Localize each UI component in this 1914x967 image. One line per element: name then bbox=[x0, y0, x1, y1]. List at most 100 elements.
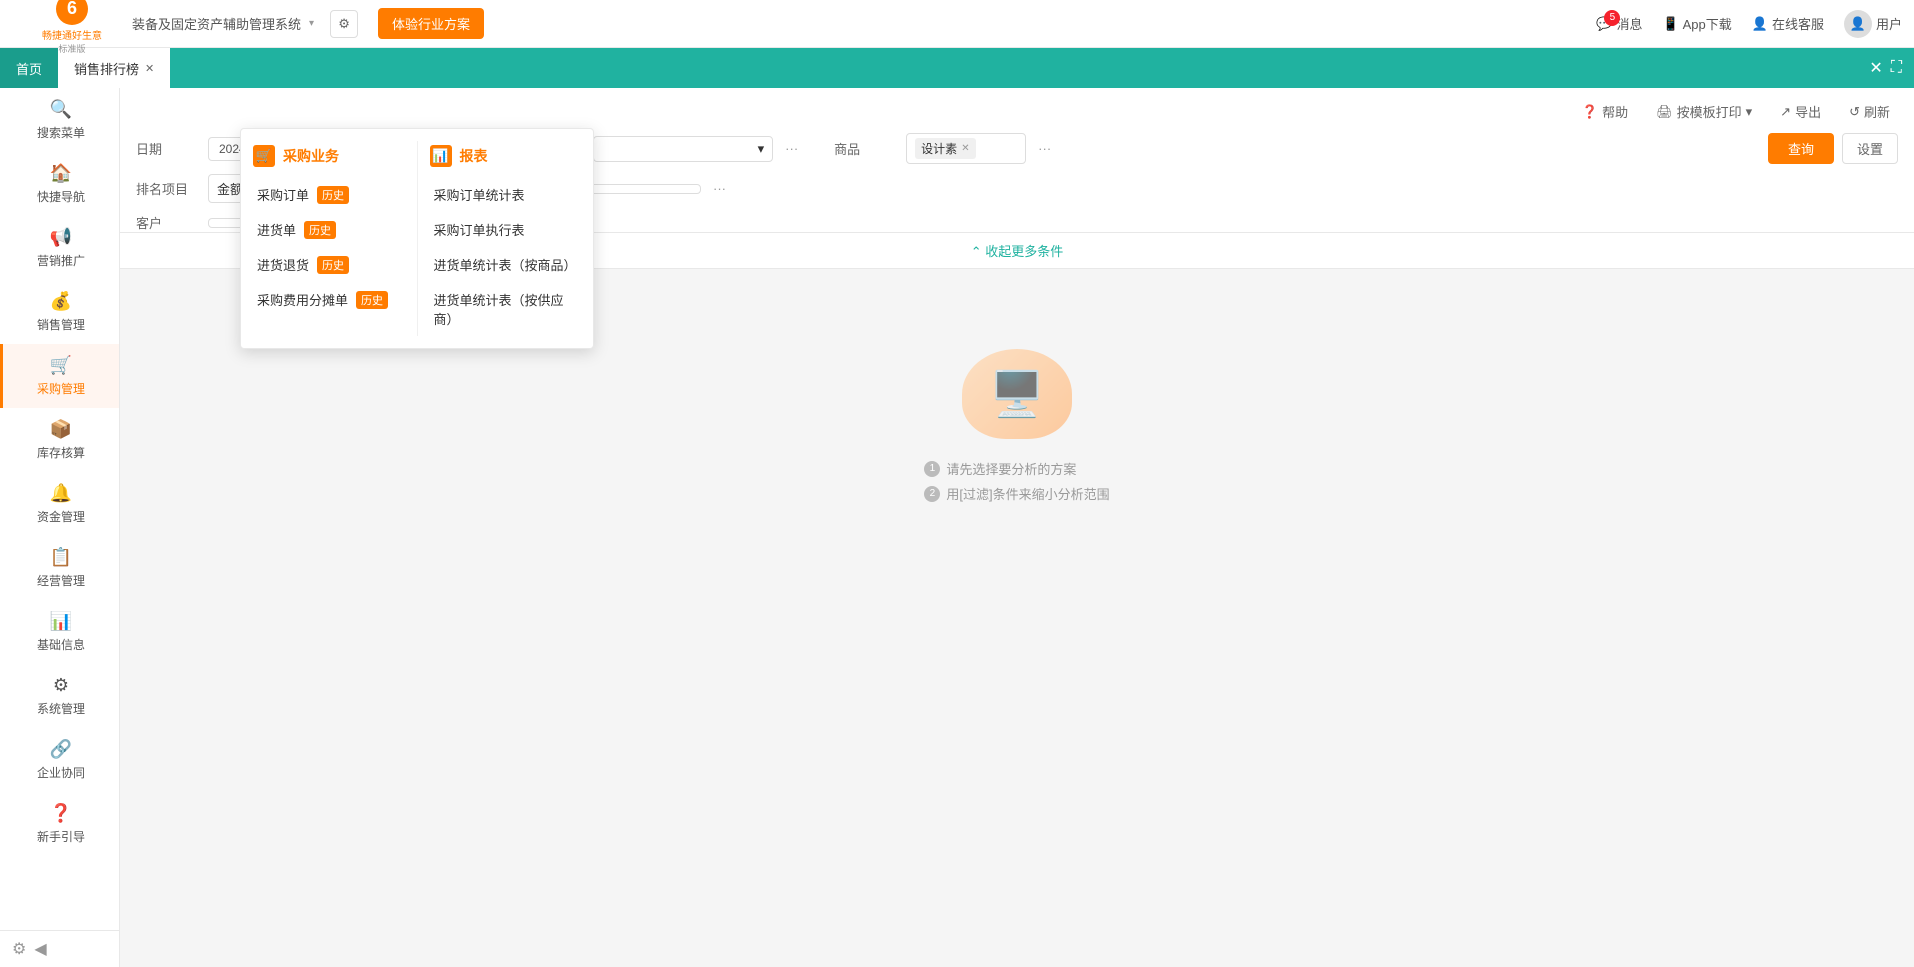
refresh-icon: ↺ bbox=[1849, 104, 1860, 120]
date-label: 日期 bbox=[136, 139, 196, 158]
purchase-order-label: 采购订单 bbox=[257, 185, 309, 204]
purchase-dropdown-menu: 🛒 采购业务 采购订单 历史 进货单 历史 进货退货 历史 采购费用分摊单 bbox=[240, 128, 594, 349]
inventory-icon: 📦 bbox=[50, 419, 72, 440]
hint-text-2: 用[过滤]条件来缩小分析范围 bbox=[946, 484, 1109, 503]
history-badge-2: 历史 bbox=[317, 256, 349, 274]
print-button[interactable]: 🖨 按模板打印 ▾ bbox=[1648, 98, 1760, 125]
sidebar-item-marketing[interactable]: 📢 营销推广 bbox=[0, 216, 119, 280]
system-icon: ⚙ bbox=[53, 675, 69, 696]
query-button[interactable]: 查询 bbox=[1768, 133, 1834, 164]
inbound-return-label: 进货退货 bbox=[257, 255, 309, 274]
goods-filter[interactable]: 设计素 ✕ bbox=[906, 133, 1026, 164]
system-title-area: 装备及固定资产辅助管理系统 ▾ ⚙ 体验行业方案 bbox=[132, 8, 484, 39]
history-badge-3: 历史 bbox=[356, 291, 388, 309]
enterprise-icon: 🔗 bbox=[50, 739, 72, 760]
message-badge: 5 bbox=[1604, 10, 1620, 26]
voucher-status-dropdown[interactable]: ▾ bbox=[593, 136, 773, 162]
tab-close-all-icon[interactable]: ✕ bbox=[1869, 58, 1882, 78]
voucher-status-dots[interactable]: ··· bbox=[785, 141, 798, 156]
sidebar-item-purchase[interactable]: 🛒 采购管理 bbox=[0, 344, 119, 408]
sidebar: 🔍 搜索菜单 🏠 快捷导航 📢 营销推广 💰 销售管理 🛒 采购管理 📦 库存核… bbox=[0, 88, 120, 967]
dropdown-item-purchase-order[interactable]: 采购订单 历史 bbox=[253, 177, 405, 212]
tab-home-label: 首页 bbox=[16, 59, 42, 78]
logo-area: 6 畅捷通好生意 标准版 bbox=[12, 0, 132, 55]
dropdown-purchase-header: 🛒 采购业务 bbox=[253, 141, 405, 177]
basicinfo-icon: 📊 bbox=[50, 611, 72, 632]
dropdown-purchase-col: 🛒 采购业务 采购订单 历史 进货单 历史 进货退货 历史 采购费用分摊单 bbox=[241, 141, 417, 336]
message-icon-wrapper: 💬 5 bbox=[1596, 16, 1612, 32]
online-service-button[interactable]: 👤 在线客服 bbox=[1752, 14, 1824, 33]
sidebar-item-newguide[interactable]: ❓ 新手引导 bbox=[0, 792, 119, 856]
tab-ranking-close[interactable]: ✕ bbox=[145, 62, 154, 75]
dropdown-item-inbound-stats-supplier[interactable]: 进货单统计表（按供应商） bbox=[430, 282, 582, 336]
sidebar-item-sales-label: 销售管理 bbox=[37, 316, 85, 333]
goods-dots[interactable]: ··· bbox=[1038, 141, 1051, 156]
hint-text-1: 请先选择要分析的方案 bbox=[946, 459, 1076, 478]
report-section-icon: 📊 bbox=[430, 145, 452, 167]
empty-hints: 1 请先选择要分析的方案 2 用[过滤]条件来缩小分析范围 bbox=[924, 459, 1109, 509]
sidebar-item-newguide-label: 新手引导 bbox=[37, 828, 85, 845]
collapse-label: 收起更多条件 bbox=[985, 244, 1063, 259]
user-label: 用户 bbox=[1876, 14, 1902, 33]
dropdown-item-po-stats[interactable]: 采购订单统计表 bbox=[430, 177, 582, 212]
user-button[interactable]: 👤 用户 bbox=[1844, 10, 1902, 38]
message-label: 消息 bbox=[1616, 14, 1642, 33]
app-icon: 📱 bbox=[1662, 16, 1678, 32]
rank-label: 排名项目 bbox=[136, 179, 196, 198]
app-label: App下载 bbox=[1683, 14, 1732, 33]
dropdown-report-header: 📊 报表 bbox=[430, 141, 582, 177]
sidebar-item-system[interactable]: ⚙ 系统管理 bbox=[0, 664, 119, 728]
sidebar-collapse-icon[interactable]: ◀ bbox=[34, 939, 46, 959]
dropdown-item-inbound[interactable]: 进货单 历史 bbox=[253, 212, 405, 247]
dropdown-item-inbound-stats-goods[interactable]: 进货单统计表（按商品） bbox=[430, 247, 582, 282]
sidebar-item-quicknav-label: 快捷导航 bbox=[37, 188, 85, 205]
sidebar-item-operation[interactable]: 📋 经营管理 bbox=[0, 536, 119, 600]
sidebar-item-sales[interactable]: 💰 销售管理 bbox=[0, 280, 119, 344]
hint-num-1: 1 bbox=[924, 461, 940, 477]
sidebar-settings-icon[interactable]: ⚙ bbox=[12, 939, 26, 959]
goods-tag: 设计素 ✕ bbox=[915, 138, 975, 159]
po-stats-label: 采购订单统计表 bbox=[434, 185, 525, 204]
main-layout: 🔍 搜索菜单 🏠 快捷导航 📢 营销推广 💰 销售管理 🛒 采购管理 📦 库存核… bbox=[0, 88, 1914, 967]
hint-num-2: 2 bbox=[924, 486, 940, 502]
settings-gear-button[interactable]: ⚙ bbox=[330, 10, 358, 38]
sidebar-item-search[interactable]: 🔍 搜索菜单 bbox=[0, 88, 119, 152]
sidebar-item-basicinfo-label: 基础信息 bbox=[37, 636, 85, 653]
salesman-dots[interactable]: ··· bbox=[713, 181, 726, 196]
sidebar-item-quicknav[interactable]: 🏠 快捷导航 bbox=[0, 152, 119, 216]
help-button[interactable]: ❓ 帮助 bbox=[1574, 98, 1636, 125]
sidebar-item-operation-label: 经营管理 bbox=[37, 572, 85, 589]
dropdown-item-inbound-return[interactable]: 进货退货 历史 bbox=[253, 247, 405, 282]
message-button[interactable]: 💬 5 消息 bbox=[1596, 14, 1642, 33]
inbound-stats-goods-label: 进货单统计表（按商品） bbox=[434, 255, 577, 274]
app-download-button[interactable]: 📱 App下载 bbox=[1662, 14, 1731, 33]
empty-hint-1: 1 请先选择要分析的方案 bbox=[924, 459, 1109, 478]
sidebar-item-enterprise[interactable]: 🔗 企业协同 bbox=[0, 728, 119, 792]
filter-settings-button[interactable]: 设置 bbox=[1842, 133, 1898, 164]
sidebar-item-purchase-label: 采购管理 bbox=[37, 380, 85, 397]
refresh-button[interactable]: ↺ 刷新 bbox=[1841, 98, 1898, 125]
content-area: 🛒 采购业务 采购订单 历史 进货单 历史 进货退货 历史 采购费用分摊单 bbox=[120, 88, 1914, 967]
export-button[interactable]: ↗ 导出 bbox=[1772, 98, 1829, 125]
search-icon: 🔍 bbox=[50, 99, 72, 120]
logo-text: 畅捷通好生意 bbox=[42, 27, 102, 42]
dropdown-purchase-title: 采购业务 bbox=[283, 146, 339, 166]
sidebar-item-basicinfo[interactable]: 📊 基础信息 bbox=[0, 600, 119, 664]
sidebar-item-capital[interactable]: 🔔 资金管理 bbox=[0, 472, 119, 536]
capital-icon: 🔔 bbox=[50, 483, 72, 504]
dropdown-item-po-exec[interactable]: 采购订单执行表 bbox=[430, 212, 582, 247]
system-title-chevron[interactable]: ▾ bbox=[309, 18, 314, 29]
customer-label: 客户 bbox=[136, 213, 196, 232]
goods-label: 商品 bbox=[834, 139, 894, 158]
tab-expand-icon[interactable]: ⛶ bbox=[1891, 59, 1902, 77]
po-exec-label: 采购订单执行表 bbox=[434, 220, 525, 239]
empty-hint-2: 2 用[过滤]条件来缩小分析范围 bbox=[924, 484, 1109, 503]
industry-button[interactable]: 体验行业方案 bbox=[378, 8, 484, 39]
help-icon: ❓ bbox=[1582, 104, 1598, 120]
goods-tag-close[interactable]: ✕ bbox=[961, 143, 969, 154]
dropdown-item-purchase-expense[interactable]: 采购费用分摊单 历史 bbox=[253, 282, 405, 317]
dropdown-report-col: 📊 报表 采购订单统计表 采购订单执行表 进货单统计表（按商品） 进货单统计表（… bbox=[417, 141, 594, 336]
avatar: 👤 bbox=[1844, 10, 1872, 38]
sidebar-item-inventory[interactable]: 📦 库存核算 bbox=[0, 408, 119, 472]
purchase-icon: 🛒 bbox=[50, 355, 72, 376]
